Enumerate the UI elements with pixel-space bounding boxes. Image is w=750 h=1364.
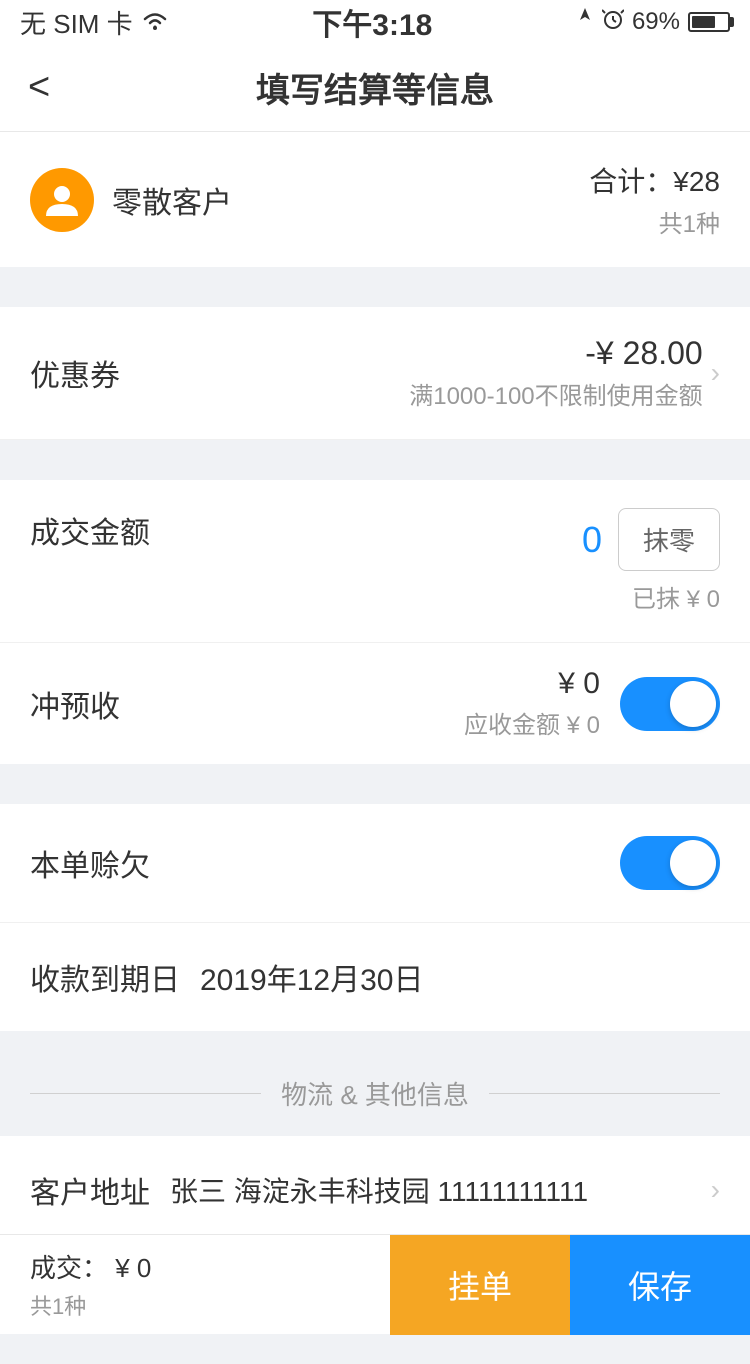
page-title: 填写结算等信息: [256, 63, 494, 112]
status-right: 69%: [576, 8, 730, 37]
customer-section: 零散客户 合计：¥28 共1种: [0, 132, 750, 267]
nav-bar: < 填写结算等信息: [0, 44, 750, 132]
prepay-right: ¥ 0 应收金额 ¥ 0: [464, 667, 720, 740]
deal-amount-input-area: 0 抹零 已抹 ¥ 0: [582, 508, 720, 614]
total-amount: 合计：¥28: [589, 160, 720, 200]
prepay-row: 冲预收 ¥ 0 应收金额 ¥ 0: [0, 643, 750, 764]
customer-name: 零散客户: [112, 178, 232, 222]
bottom-deal-amount: 成交： ¥ 0: [30, 1248, 360, 1285]
header-line-right: [489, 1093, 720, 1094]
battery-icon: [688, 12, 730, 32]
bottom-count: 共1种: [30, 1289, 360, 1321]
back-button[interactable]: <: [28, 66, 50, 109]
wifi-icon: [141, 7, 169, 38]
alarm-icon: [602, 8, 624, 37]
total-count: 共1种: [589, 204, 720, 239]
deal-amount-row: 成交金额 0 抹零 已抹 ¥ 0: [0, 480, 750, 643]
duedate-label: 收款到期日: [30, 955, 180, 999]
coupon-right: -¥ 28.00 满1000-100不限制使用金额: [409, 335, 702, 411]
save-button[interactable]: 保存: [570, 1235, 750, 1335]
logistics-section-header: 物流 & 其他信息: [0, 1051, 750, 1136]
address-row[interactable]: 客户地址 张三 海淀永丰科技园 11111111111 ›: [0, 1136, 750, 1244]
credit-label: 本单赊欠: [30, 841, 170, 885]
coupon-row[interactable]: 优惠券 -¥ 28.00 满1000-100不限制使用金额 ›: [0, 307, 750, 440]
battery-percentage: 69%: [632, 8, 680, 36]
coupon-label: 优惠券: [30, 351, 170, 395]
credit-row: 本单赊欠: [0, 804, 750, 923]
status-left: 无 SIM 卡: [20, 4, 169, 41]
logistics-header-text: 物流 & 其他信息: [281, 1075, 469, 1112]
location-icon: [576, 8, 594, 37]
deal-label: 成交：: [30, 1253, 108, 1283]
deal-section: 成交金额 0 抹零 已抹 ¥ 0 冲预收 ¥ 0 应收金额 ¥ 0: [0, 480, 750, 764]
deal-amount-label: 成交金额: [30, 508, 170, 552]
status-bar: 无 SIM 卡 下午3:18 69%: [0, 0, 750, 44]
carrier-text: 无 SIM 卡: [20, 4, 133, 41]
customer-row: 零散客户 合计：¥28 共1种: [0, 132, 750, 267]
coupon-desc: 满1000-100不限制使用金额: [409, 376, 702, 411]
divider-3: [0, 784, 750, 804]
prepay-sub-amount: 应收金额 ¥ 0: [464, 705, 600, 740]
prepay-toggle[interactable]: [620, 677, 720, 731]
deal-value: ¥ 0: [115, 1253, 151, 1283]
credit-section: 本单赊欠 收款到期日 2019年12月30日: [0, 804, 750, 1031]
divider-2: [0, 460, 750, 480]
customer-right: 合计：¥28 共1种: [589, 160, 720, 239]
status-time: 下午3:18: [312, 0, 432, 44]
coupon-chevron: ›: [711, 357, 720, 389]
customer-left: 零散客户: [30, 168, 232, 232]
prepay-label: 冲预收: [30, 682, 170, 726]
prepay-toggle-knob: [670, 681, 716, 727]
bottom-bar: 成交： ¥ 0 共1种 挂单 保存: [0, 1234, 750, 1334]
address-label: 客户地址: [30, 1168, 150, 1212]
coupon-section: 优惠券 -¥ 28.00 满1000-100不限制使用金额 ›: [0, 307, 750, 440]
address-value: 张三 海淀永丰科技园 11111111111: [170, 1170, 703, 1210]
prepay-main-amount: ¥ 0: [464, 667, 600, 701]
bottom-info: 成交： ¥ 0 共1种: [0, 1248, 390, 1321]
address-section: 客户地址 张三 海淀永丰科技园 11111111111 ›: [0, 1136, 750, 1244]
divider-1: [0, 287, 750, 307]
credit-toggle-knob: [670, 840, 716, 886]
prepay-amounts: ¥ 0 应收金额 ¥ 0: [464, 667, 600, 740]
credit-toggle[interactable]: [620, 836, 720, 890]
address-chevron: ›: [711, 1174, 720, 1206]
deal-amount-value[interactable]: 0: [582, 519, 602, 561]
hold-button[interactable]: 挂单: [390, 1235, 570, 1335]
header-line-left: [30, 1093, 261, 1094]
duedate-value: 2019年12月30日: [200, 955, 423, 999]
coupon-discount: -¥ 28.00: [409, 335, 702, 372]
round-button[interactable]: 抹零: [618, 508, 720, 571]
avatar: [30, 168, 94, 232]
deal-amount-sub: 已抹 ¥ 0: [632, 579, 720, 614]
duedate-row: 收款到期日 2019年12月30日: [0, 923, 750, 1031]
